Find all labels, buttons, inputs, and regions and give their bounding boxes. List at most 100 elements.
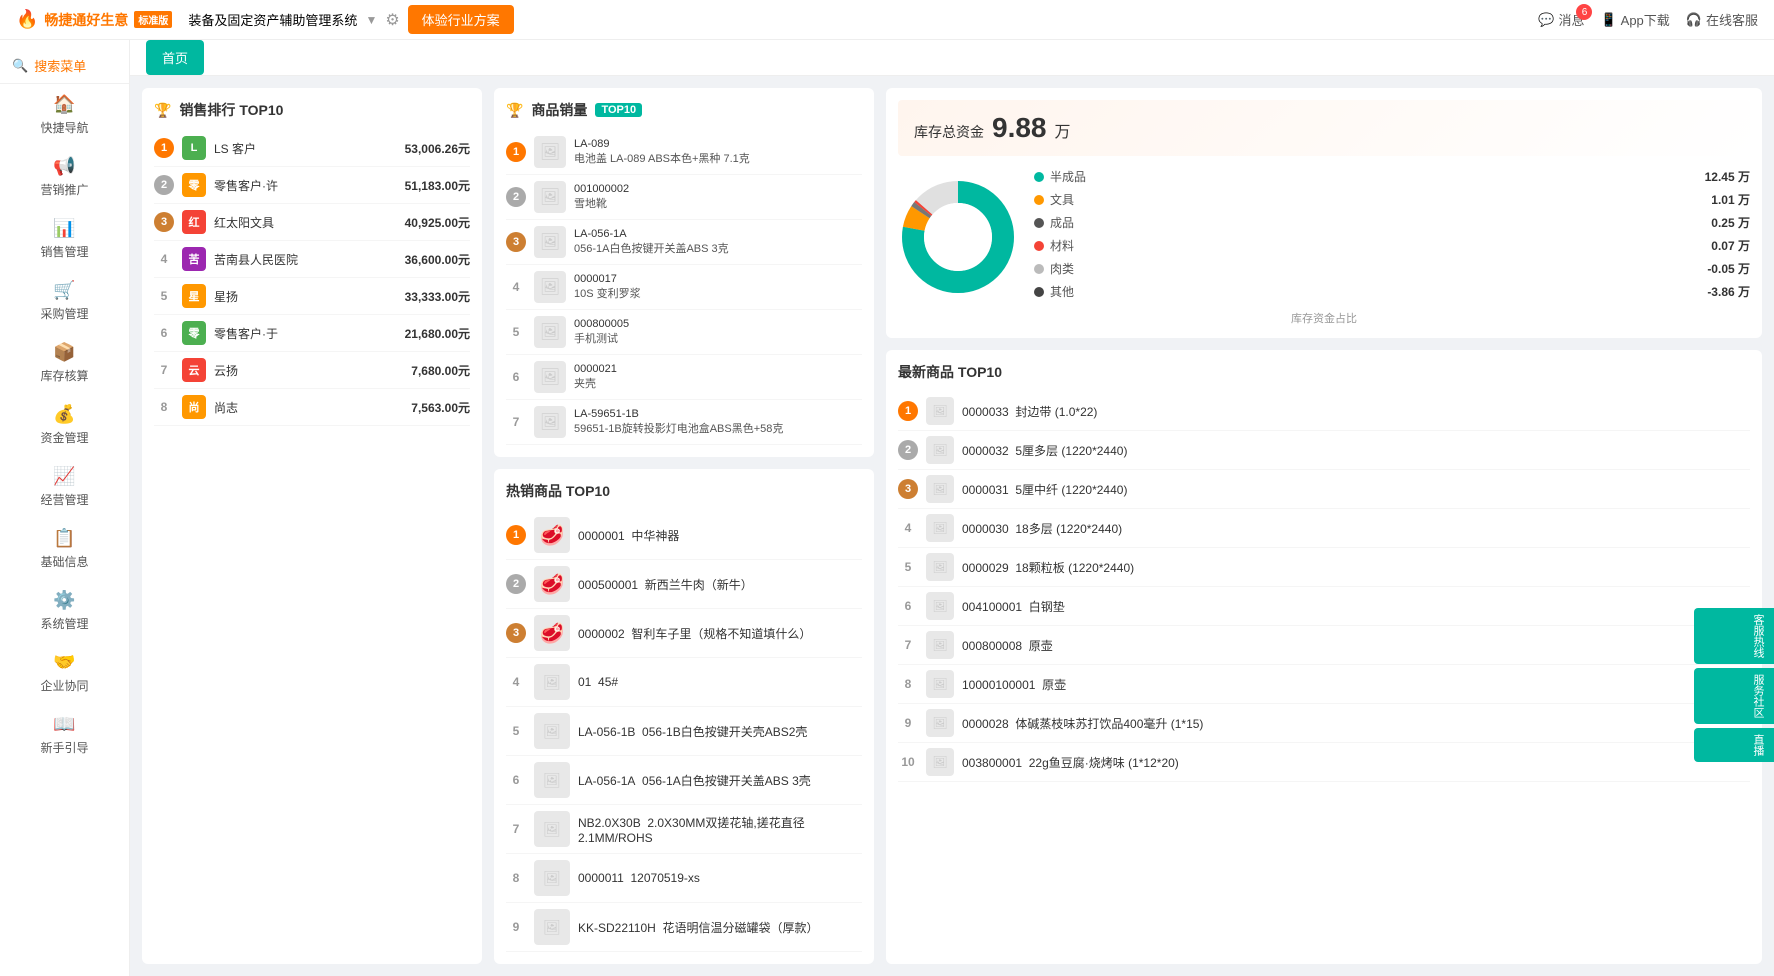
rank-number: 5	[506, 325, 526, 339]
newest-item: 10 🖼 003800001 22g鱼豆腐·烧烤味 (1*12*20)	[898, 743, 1750, 782]
rank-number: 4	[898, 521, 918, 535]
rank-number: 7	[506, 822, 526, 836]
online-service-action[interactable]: 🎧 在线客服	[1686, 10, 1758, 29]
rank-amount: 36,600.00元	[405, 251, 470, 268]
search-menu[interactable]: 🔍 搜索菜单	[0, 48, 129, 84]
trial-button[interactable]: 体验行业方案	[408, 5, 514, 34]
app-download-action[interactable]: 📱 App下载	[1600, 10, 1669, 29]
live-btn[interactable]: 直播	[1694, 728, 1774, 762]
hot-thumb-img: 🥩	[540, 523, 565, 548]
top-bar: 🔥 畅捷通好生意 标准版 装备及固定资产辅助管理系统 ▼ ⚙ 体验行业方案 💬 …	[0, 0, 1774, 40]
sidebar-item-operation[interactable]: 📈 经营管理	[0, 456, 129, 518]
product-info: LA-056-1A 056-1A白色按键开关盖ABS 3克	[574, 228, 862, 256]
message-action[interactable]: 💬 消息 6	[1538, 10, 1584, 29]
product-info: 0000017 10S 变利罗浆	[574, 273, 862, 301]
main-layout: 🔍 搜索菜单 🏠 快捷导航 📢 营销推广 📊 销售管理 🛒 采购管理 📦 库存核…	[0, 40, 1774, 976]
sidebar-item-basic[interactable]: 📋 基础信息	[0, 518, 129, 580]
hot-code: 0000002 智利车子里（规格不知道填什么）	[578, 625, 862, 642]
inventory-panel: 库存总资金 9.88 万	[886, 88, 1762, 338]
customer-hotline-btn[interactable]: 客服热线	[1694, 608, 1774, 664]
rank-avatar: 尚	[182, 395, 206, 419]
rank-number: 1	[154, 138, 174, 158]
settings-icon[interactable]: ⚙	[385, 10, 399, 30]
newest-info: 0000030 18多层 (1220*2440)	[962, 520, 1750, 537]
rank-number: 9	[506, 920, 526, 934]
hot-code: LA-056-1A 056-1A白色按键开关盖ABS 3壳	[578, 772, 862, 789]
sidebar-item-finance[interactable]: 💰 资金管理	[0, 394, 129, 456]
message-icon: 💬	[1538, 12, 1554, 28]
sidebar-label-7: 基础信息	[40, 553, 88, 570]
sidebar-label-9: 企业协同	[40, 677, 88, 694]
legend-name: 成品	[1050, 214, 1705, 231]
hot-thumb: 🖼	[534, 811, 570, 847]
search-menu-label: 搜索菜单	[34, 56, 86, 75]
newest-info: 0000031 5厘中纤 (1220*2440)	[962, 481, 1750, 498]
sidebar-item-guide[interactable]: 📖 新手引导	[0, 704, 129, 766]
legend-item: 文具 1.01 万	[1034, 191, 1750, 208]
inventory-total: 库存总资金 9.88 万	[898, 100, 1750, 156]
hot-products-panel: 热销商品 TOP10 1 🥩 0000001 中华神器 2 🥩 00050000…	[494, 469, 874, 964]
top-actions: 💬 消息 6 📱 App下载 🎧 在线客服	[1538, 10, 1758, 29]
service-label: 在线客服	[1706, 10, 1758, 29]
sidebar-item-nav[interactable]: 🏠 快捷导航	[0, 84, 129, 146]
legend-item: 半成品 12.45 万	[1034, 168, 1750, 185]
product-name: 电池盖 LA-089 ABS本色+黑种 7.1克	[574, 150, 862, 166]
sidebar-item-inventory[interactable]: 📦 库存核算	[0, 332, 129, 394]
inventory-chart-label: 库存资金占比	[898, 310, 1750, 326]
legend-dot	[1034, 241, 1044, 251]
newest-products-panel: 最新商品 TOP10 1 🖼 0000033 封边带 (1.0*22) 2 🖼 …	[886, 350, 1762, 964]
rank-amount: 33,333.00元	[405, 288, 470, 305]
rank-amount: 7,563.00元	[411, 399, 470, 416]
hot-info: NB2.0X30B 2.0X30MM双搓花轴,搓花直径2.1MM/ROHS	[578, 814, 862, 845]
product-thumb-icon: 🖼	[540, 232, 560, 252]
product-name: 59651-1B旋转投影灯电池盒ABS黑色+58克	[574, 420, 862, 436]
rank-name: 尚志	[214, 399, 403, 416]
product-name: 夹壳	[574, 375, 862, 391]
legend-dot	[1034, 287, 1044, 297]
sidebar-item-system[interactable]: ⚙️ 系统管理	[0, 580, 129, 642]
hot-code: 0000011 12070519-xs	[578, 871, 862, 885]
rank-number: 4	[506, 675, 526, 689]
sidebar-item-purchase[interactable]: 🛒 采购管理	[0, 270, 129, 332]
newest-products-list: 1 🖼 0000033 封边带 (1.0*22) 2 🖼 0000032 5厘多…	[898, 392, 1750, 782]
product-rank-item: 1 🖼 LA-089 电池盖 LA-089 ABS本色+黑种 7.1克	[506, 130, 862, 175]
newest-item: 8 🖼 10000100001 原壶	[898, 665, 1750, 704]
tab-home[interactable]: 首页	[146, 40, 204, 75]
newest-thumb-icon: 🖼	[932, 755, 947, 769]
product-name: 10S 变利罗浆	[574, 285, 862, 301]
dropdown-arrow-icon[interactable]: ▼	[365, 13, 377, 27]
rank-number: 1	[506, 525, 526, 545]
newest-item: 1 🖼 0000033 封边带 (1.0*22)	[898, 392, 1750, 431]
product-thumb: 🖼	[534, 136, 566, 168]
product-thumb-icon: 🖼	[540, 277, 560, 297]
hot-thumb-placeholder: 🖼	[543, 674, 561, 691]
product-code: LA-089	[574, 138, 862, 150]
legend-name: 文具	[1050, 191, 1705, 208]
newest-info: 004100001 白钢垫	[962, 598, 1750, 615]
sidebar-item-marketing[interactable]: 📢 营销推广	[0, 146, 129, 208]
float-service: 客服热线 服务社区 直播	[1694, 608, 1774, 762]
product-rank-title: 🏆 商品销量 TOP10	[506, 100, 862, 120]
sidebar-label-1: 营销推广	[40, 181, 88, 198]
product-info: 001000002 雪地靴	[574, 183, 862, 211]
legend-item: 材料 0.07 万	[1034, 237, 1750, 254]
product-thumb-icon: 🖼	[540, 142, 560, 162]
rank-amount: 21,680.00元	[405, 325, 470, 342]
sales-rank-title: 🏆 销售排行 TOP10	[154, 100, 470, 120]
sidebar-label-0: 快捷导航	[40, 119, 88, 136]
logo-text: 畅捷通好生意	[44, 10, 128, 30]
service-community-btn[interactable]: 服务社区	[1694, 668, 1774, 724]
hot-thumb: 🖼	[534, 909, 570, 945]
sidebar-label-10: 新手引导	[40, 739, 88, 756]
hot-info: 0000001 中华神器	[578, 527, 862, 544]
sidebar-item-sales[interactable]: 📊 销售管理	[0, 208, 129, 270]
product-code: 0000021	[574, 363, 862, 375]
sales-rank-label: 销售排行 TOP10	[179, 100, 283, 120]
hot-item: 6 🖼 LA-056-1A 056-1A白色按键开关盖ABS 3壳	[506, 756, 862, 805]
product-rank-item: 2 🖼 001000002 雪地靴	[506, 175, 862, 220]
phone-icon: 📱	[1600, 12, 1616, 28]
inventory-title: 库存总资金	[914, 122, 984, 142]
legend-name: 肉类	[1050, 260, 1701, 277]
sidebar-item-enterprise[interactable]: 🤝 企业协同	[0, 642, 129, 704]
legend-item: 其他 -3.86 万	[1034, 283, 1750, 300]
